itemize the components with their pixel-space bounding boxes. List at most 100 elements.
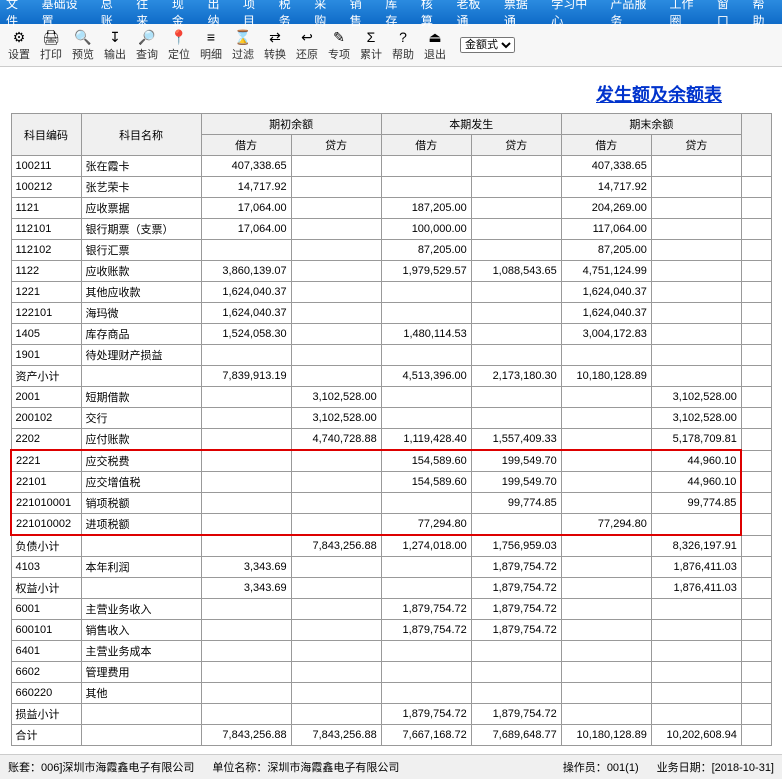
table-row[interactable]: 负债小计7,843,256.881,274,018.001,756,959.03…: [11, 535, 772, 557]
toolbar-button-label: 累计: [360, 46, 382, 62]
table-row[interactable]: 100212张艺荣卡14,717.9214,717.92: [11, 177, 772, 198]
table-row[interactable]: 1221其他应收款1,624,040.371,624,040.37: [11, 282, 772, 303]
cell-oc: 3,102,528.00: [291, 387, 381, 408]
menu-item[interactable]: 产品服务: [610, 0, 657, 29]
cell-pd: 87,205.00: [381, 240, 471, 261]
cell-name: 销售收入: [81, 620, 201, 641]
cell-name: 应交增值税: [81, 472, 201, 493]
toolbar-明细-button[interactable]: ≡明细: [196, 26, 226, 64]
cell-od: [201, 429, 291, 451]
table-row[interactable]: 122101海玛微1,624,040.371,624,040.37: [11, 303, 772, 324]
menu-item[interactable]: 文件: [6, 0, 30, 29]
menu-item[interactable]: 基础设置: [42, 0, 89, 29]
status-acctset-label: 账套：: [8, 762, 41, 774]
cell-od: 1,624,040.37: [201, 282, 291, 303]
cell-name: 其他: [81, 683, 201, 704]
table-row[interactable]: 损益小计1,879,754.721,879,754.72: [11, 704, 772, 725]
status-date: 业务日期：[2018-10-31]: [657, 759, 774, 775]
cell-code: 660220: [11, 683, 81, 704]
toolbar-专项-button[interactable]: ✎专项: [324, 26, 354, 64]
cell-pc: 199,549.70: [471, 472, 561, 493]
table-row[interactable]: 4103本年利润3,343.691,879,754.721,876,411.03: [11, 557, 772, 578]
menu-item[interactable]: 学习中心: [551, 0, 598, 29]
toolbar-预览-button[interactable]: 🔍预览: [68, 26, 98, 64]
toolbar-输出-button[interactable]: ↧输出: [100, 26, 130, 64]
menu-item[interactable]: 帮助: [752, 0, 776, 29]
cell-pd: [381, 578, 471, 599]
cell-code: 22101: [11, 472, 81, 493]
table-row[interactable]: 221010001销项税额99,774.8599,774.85: [11, 493, 772, 514]
cell-od: [201, 599, 291, 620]
cell-cd: [561, 578, 651, 599]
cell-od: 1,624,040.37: [201, 303, 291, 324]
table-row[interactable]: 1901待处理财产损益: [11, 345, 772, 366]
menu-item[interactable]: 老板通: [457, 0, 492, 29]
cell-oc: [291, 303, 381, 324]
toolbar-退出-button[interactable]: ⏏退出: [420, 26, 450, 64]
table-row[interactable]: 权益小计3,343.691,879,754.721,876,411.03: [11, 578, 772, 599]
table-row[interactable]: 22101应交增值税154,589.60199,549.7044,960.10: [11, 472, 772, 493]
cell-cc: [651, 156, 741, 177]
table-row[interactable]: 2001短期借款3,102,528.003,102,528.00: [11, 387, 772, 408]
menu-item[interactable]: 项目: [243, 0, 267, 29]
col-name: 科目名称: [81, 114, 201, 156]
toolbar-打印-button[interactable]: 🖨打印: [36, 26, 66, 64]
toolbar-过滤-button[interactable]: ⌛过滤: [228, 26, 258, 64]
cell-od: 3,343.69: [201, 557, 291, 578]
cell-cc: 44,960.10: [651, 450, 741, 472]
table-row[interactable]: 600101销售收入1,879,754.721,879,754.72: [11, 620, 772, 641]
menu-item[interactable]: 现金: [172, 0, 196, 29]
table-row[interactable]: 112102银行汇票87,205.0087,205.00: [11, 240, 772, 261]
table-row[interactable]: 资产小计7,839,913.194,513,396.002,173,180.30…: [11, 366, 772, 387]
table-row[interactable]: 合计7,843,256.887,843,256.887,667,168.727,…: [11, 725, 772, 746]
menu-item[interactable]: 采购: [314, 0, 338, 29]
menu-item[interactable]: 总账: [101, 0, 125, 29]
toolbar-还原-button[interactable]: ↩还原: [292, 26, 322, 64]
cell-name: 销项税额: [81, 493, 201, 514]
cell-od: 3,343.69: [201, 578, 291, 599]
cell-pd: 154,589.60: [381, 472, 471, 493]
cell-pc: [471, 345, 561, 366]
toolbar-转换-button[interactable]: ⇄转换: [260, 26, 290, 64]
cell-oc: [291, 514, 381, 536]
table-row[interactable]: 2221应交税费154,589.60199,549.7044,960.10: [11, 450, 772, 472]
toolbar-帮助-button[interactable]: ?帮助: [388, 26, 418, 64]
cell-pd: 1,879,754.72: [381, 620, 471, 641]
table-row[interactable]: 200102交行3,102,528.003,102,528.00: [11, 408, 772, 429]
table-row[interactable]: 1121应收票据17,064.00187,205.00204,269.00: [11, 198, 772, 219]
menu-item[interactable]: 销售: [350, 0, 374, 29]
cell-cd: 117,064.00: [561, 219, 651, 240]
cell-name: 主营业务收入: [81, 599, 201, 620]
table-row[interactable]: 100211张在霞卡407,338.65407,338.65: [11, 156, 772, 177]
cell-cd: [561, 408, 651, 429]
table-row[interactable]: 221010002进项税额77,294.8077,294.80: [11, 514, 772, 536]
menu-item[interactable]: 往来: [136, 0, 160, 29]
menu-item[interactable]: 核算: [421, 0, 445, 29]
table-row[interactable]: 6001主营业务收入1,879,754.721,879,754.72: [11, 599, 772, 620]
cell-code: 112101: [11, 219, 81, 240]
report-title-link[interactable]: 发生额及余额表: [596, 85, 722, 105]
toolbar-查询-button[interactable]: 🔎查询: [132, 26, 162, 64]
cell-od: [201, 472, 291, 493]
cell-name: [81, 578, 201, 599]
cell-cd: 1,624,040.37: [561, 303, 651, 324]
toolbar-累计-button[interactable]: Σ累计: [356, 26, 386, 64]
table-row[interactable]: 112101银行期票（支票）17,064.00100,000.00117,064…: [11, 219, 772, 240]
menu-item[interactable]: 窗口: [717, 0, 741, 29]
menu-item[interactable]: 库存: [385, 0, 409, 29]
cell-pc: 99,774.85: [471, 493, 561, 514]
menu-item[interactable]: 出纳: [207, 0, 231, 29]
table-row[interactable]: 1405库存商品1,524,058.301,480,114.533,004,17…: [11, 324, 772, 345]
toolbar-设置-button[interactable]: ⚙设置: [4, 26, 34, 64]
table-row[interactable]: 660220其他: [11, 683, 772, 704]
amount-format-select[interactable]: 金额式: [460, 37, 515, 53]
table-row[interactable]: 2202应付账款4,740,728.881,119,428.401,557,40…: [11, 429, 772, 451]
menu-item[interactable]: 票据通: [504, 0, 539, 29]
table-row[interactable]: 6401主营业务成本: [11, 641, 772, 662]
cell-pc: 199,549.70: [471, 450, 561, 472]
toolbar-定位-button[interactable]: 📍定位: [164, 26, 194, 64]
table-row[interactable]: 1122应收账款3,860,139.071,979,529.571,088,54…: [11, 261, 772, 282]
table-row[interactable]: 6602管理费用: [11, 662, 772, 683]
menu-item[interactable]: 工作圈: [670, 0, 705, 29]
menu-item[interactable]: 税务: [279, 0, 303, 29]
